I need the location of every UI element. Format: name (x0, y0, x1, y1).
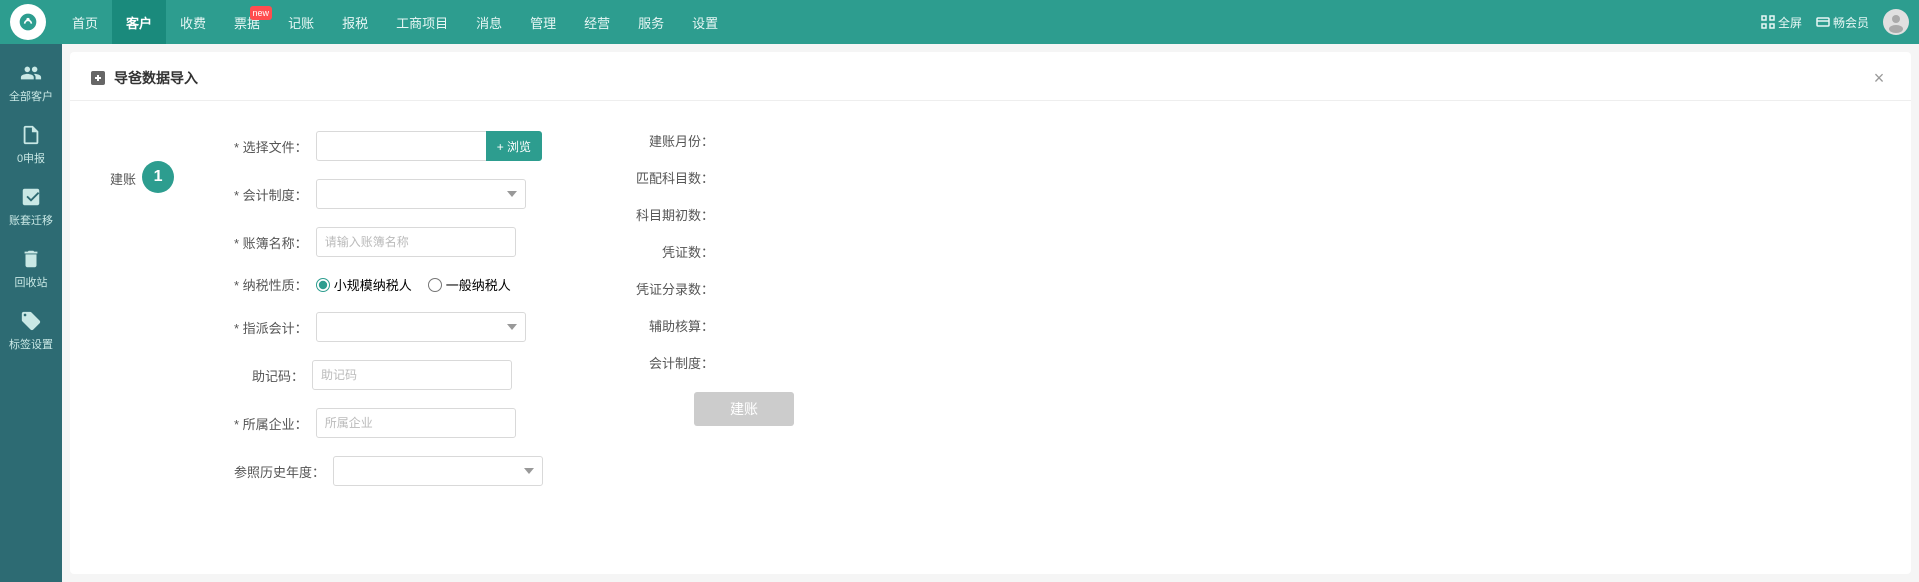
sidebar-label-account-migration: 账套迁移 (9, 212, 53, 228)
nav-item-management[interactable]: 管理 (516, 0, 570, 44)
step-wrapper: 建账 1 (110, 131, 174, 486)
sidebar-label-tag-settings: 标签设置 (9, 336, 53, 352)
radio-small-tax[interactable]: 小规模纳税人 (316, 275, 412, 294)
accountant-label: * 指派会计： (234, 318, 308, 337)
sidebar-item-tag-settings[interactable]: 标签设置 (0, 300, 62, 362)
build-month-label: 建账月份： (634, 131, 714, 150)
radio-general-tax-label: 一般纳税人 (446, 275, 511, 294)
form-right: 建账月份： 匹配科目数： 科目期初数： 凭证数： (634, 131, 854, 372)
sidebar-label-zero-declaration: 0申报 (17, 150, 45, 166)
new-badge: new (250, 6, 273, 20)
sidebar-item-account-migration[interactable]: 账套迁移 (0, 176, 62, 238)
voucher-entry-label: 凭证分录数： (634, 279, 714, 298)
tax-type-label: * 纳税性质： (234, 275, 308, 294)
subject-initial-row: 科目期初数： (634, 205, 854, 224)
file-input[interactable] (316, 131, 486, 161)
ledger-name-input[interactable] (316, 227, 516, 257)
file-select-row: * 选择文件： + 浏览 (234, 131, 574, 161)
nav-item-fees[interactable]: 收费 (166, 0, 220, 44)
memo-code-label: 助记码： (234, 366, 304, 385)
import-icon (90, 70, 106, 86)
build-button[interactable]: 建账 (694, 392, 794, 426)
enterprise-input[interactable] (316, 408, 516, 438)
radio-small-tax-input[interactable] (316, 278, 330, 292)
tax-type-row: * 纳税性质： 小规模纳税人 一般纳税人 (234, 275, 574, 294)
right-accounting-system-row: 会计制度： (634, 353, 854, 372)
memo-code-input[interactable] (312, 360, 512, 390)
nav-item-tickets[interactable]: 票据 new (220, 0, 274, 44)
memo-code-row: 助记码： (234, 360, 574, 390)
nav-items: 首页 客户 收费 票据 new 记账 报税 工商项目 消息 管理 经营 服务 设… (58, 0, 1761, 44)
layout: 全部客户 0申报 账套迁移 回收站 标签设置 (0, 44, 1919, 582)
nav-item-operations[interactable]: 经营 (570, 0, 624, 44)
radio-general-tax[interactable]: 一般纳税人 (428, 275, 511, 294)
radio-small-tax-label: 小规模纳税人 (334, 275, 412, 294)
nav-item-services[interactable]: 服务 (624, 0, 678, 44)
ledger-name-row: * 账簿名称： (234, 227, 574, 257)
radio-general-tax-input[interactable] (428, 278, 442, 292)
voucher-entry-row: 凭证分录数： (634, 279, 854, 298)
member-btn[interactable]: 畅会员 (1816, 14, 1869, 31)
sidebar-item-recycle-bin[interactable]: 回收站 (0, 238, 62, 300)
sidebar-item-zero-declaration[interactable]: 0申报 (0, 114, 62, 176)
sidebar: 全部客户 0申报 账套迁移 回收站 标签设置 (0, 44, 62, 582)
auxiliary-label: 辅助核算： (634, 316, 714, 335)
logo[interactable] (10, 4, 46, 40)
nav-item-tax[interactable]: 报税 (328, 0, 382, 44)
nav-item-accounting[interactable]: 记账 (274, 0, 328, 44)
nav-item-business[interactable]: 工商项目 (382, 0, 462, 44)
user-avatar[interactable] (1883, 9, 1909, 35)
form-area: 建账 1 * 选择文件： + 浏览 * 会计制度： (70, 101, 1911, 516)
ledger-name-label: * 账簿名称： (234, 233, 308, 252)
reference-year-row: 参照历史年度： (234, 456, 574, 486)
nav-item-home[interactable]: 首页 (58, 0, 112, 44)
sidebar-item-all-customers[interactable]: 全部客户 (0, 52, 62, 114)
close-button[interactable]: × (1867, 66, 1891, 90)
account-system-label: * 会计制度： (234, 185, 308, 204)
fullscreen-label: 全屏 (1778, 14, 1802, 31)
file-label: * 选择文件： (234, 137, 308, 156)
account-system-select[interactable] (316, 179, 526, 209)
nav-item-settings[interactable]: 设置 (678, 0, 732, 44)
page-container: 导爸数据导入 × 建账 1 * 选择文件： (70, 52, 1911, 574)
voucher-count-label: 凭证数： (634, 242, 714, 261)
build-month-row: 建账月份： (634, 131, 854, 150)
member-label: 畅会员 (1833, 14, 1869, 31)
account-system-row: * 会计制度： (234, 179, 574, 209)
form-left: * 选择文件： + 浏览 * 会计制度： (234, 131, 574, 486)
right-accounting-system-label: 会计制度： (634, 353, 714, 372)
build-btn-area: 建账 (634, 392, 854, 426)
fullscreen-btn[interactable]: 全屏 (1761, 14, 1802, 31)
main-content: 导爸数据导入 × 建账 1 * 选择文件： (62, 44, 1919, 582)
reference-year-label: 参照历史年度： (234, 462, 325, 481)
browse-button[interactable]: + 浏览 (486, 131, 542, 161)
nav-right: 全屏 畅会员 (1761, 9, 1909, 35)
page-header: 导爸数据导入 × (70, 52, 1911, 101)
nav-item-messages[interactable]: 消息 (462, 0, 516, 44)
right-section: 建账月份： 匹配科目数： 科目期初数： 凭证数： (634, 131, 854, 486)
nav-item-customers[interactable]: 客户 (112, 0, 166, 44)
tax-type-radio-group: 小规模纳税人 一般纳税人 (316, 275, 511, 294)
reference-year-select[interactable] (333, 456, 543, 486)
match-subjects-label: 匹配科目数： (634, 168, 714, 187)
enterprise-row: * 所属企业： (234, 408, 574, 438)
step-circle: 1 (142, 161, 174, 193)
step-label: 建账 (110, 169, 136, 188)
match-subjects-row: 匹配科目数： (634, 168, 854, 187)
enterprise-label: * 所属企业： (234, 414, 308, 433)
sidebar-label-recycle-bin: 回收站 (15, 274, 48, 290)
accountant-select[interactable] (316, 312, 526, 342)
auxiliary-row: 辅助核算： (634, 316, 854, 335)
voucher-count-row: 凭证数： (634, 242, 854, 261)
file-input-group: + 浏览 (316, 131, 542, 161)
top-nav: 首页 客户 收费 票据 new 记账 报税 工商项目 消息 管理 经营 服务 设… (0, 0, 1919, 44)
accountant-row: * 指派会计： (234, 312, 574, 342)
page-title: 导爸数据导入 (90, 68, 198, 88)
sidebar-label-all-customers: 全部客户 (9, 88, 53, 104)
subject-initial-label: 科目期初数： (634, 205, 714, 224)
